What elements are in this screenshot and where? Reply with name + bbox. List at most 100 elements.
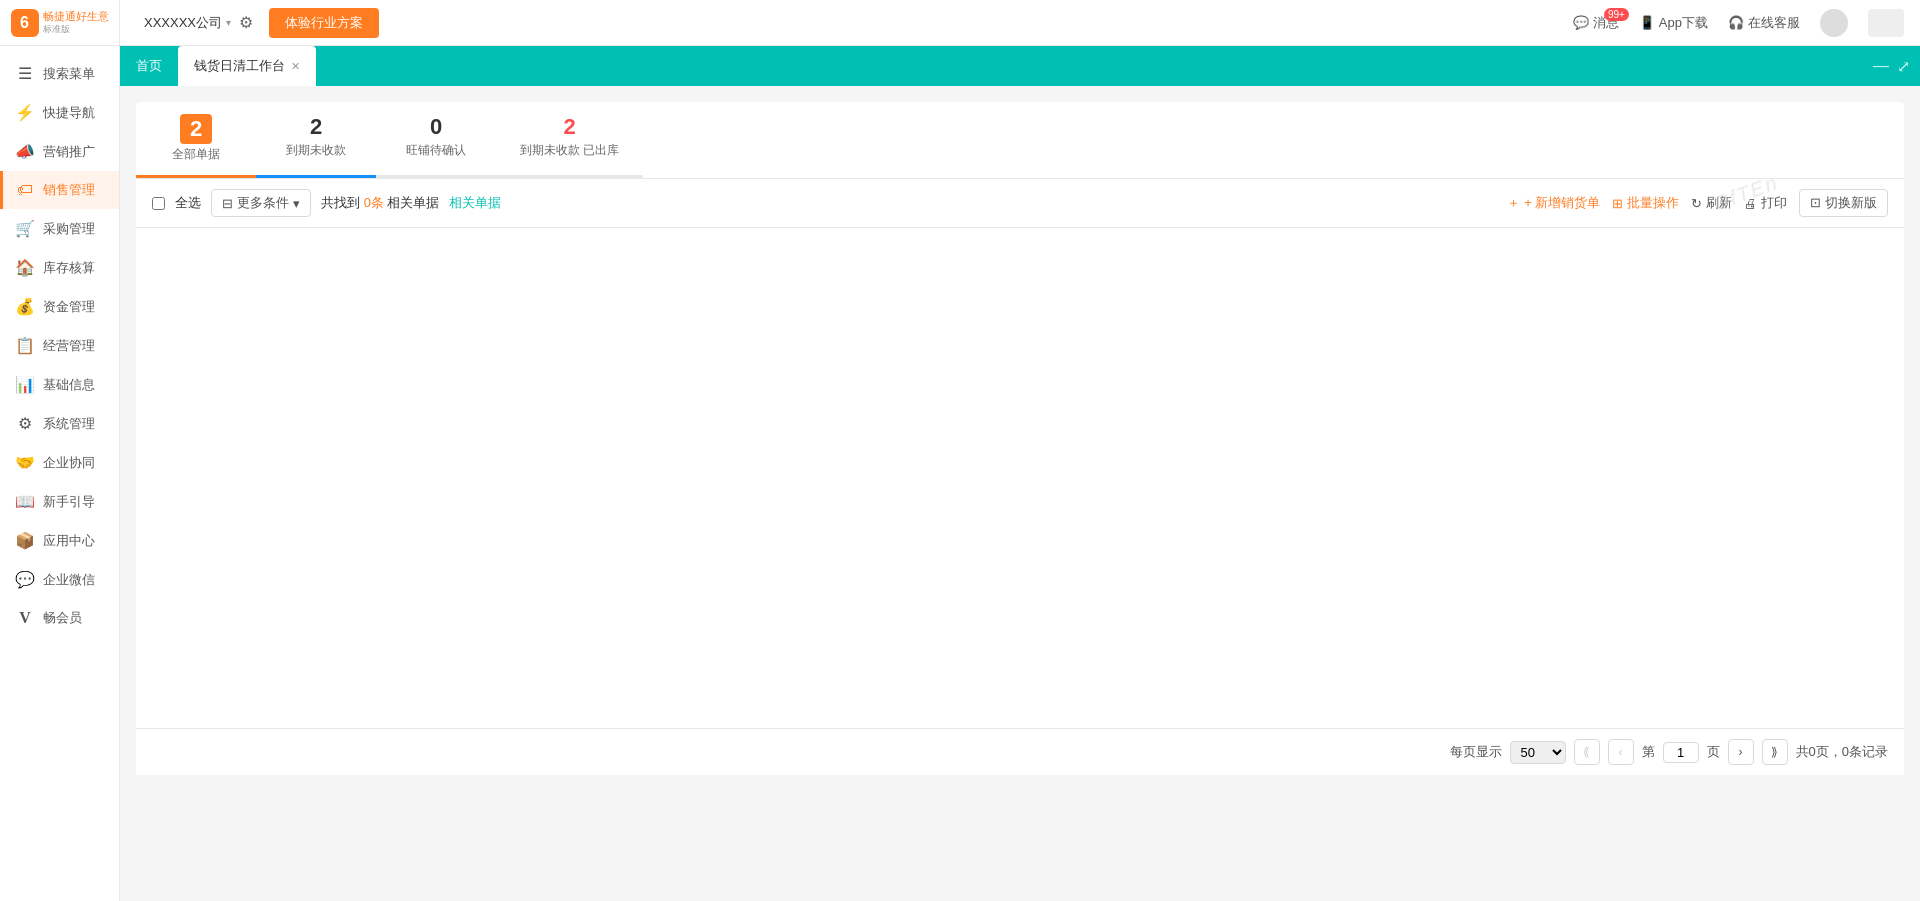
filter-button[interactable]: ⊟ 更多条件 ▾ bbox=[211, 189, 311, 217]
tab-home-label: 首页 bbox=[136, 57, 162, 75]
sidebar-item-label: 资金管理 bbox=[43, 298, 95, 316]
sidebar-item-system[interactable]: ⚙ 系统管理 bbox=[0, 404, 119, 443]
user-name-display bbox=[1868, 9, 1904, 37]
page-label2: 页 bbox=[1707, 743, 1720, 761]
stat-shipped-label: 到期未收款 已出库 bbox=[520, 142, 619, 159]
quick-nav-icon: ⚡ bbox=[15, 103, 35, 122]
switch-version-button[interactable]: ⊡ 切换新版 bbox=[1799, 189, 1888, 217]
sidebar-item-finance[interactable]: 💰 资金管理 bbox=[0, 287, 119, 326]
sidebar-item-inventory[interactable]: 🏠 库存核算 bbox=[0, 248, 119, 287]
tab-workbench[interactable]: 钱货日清工作台 ✕ bbox=[178, 46, 316, 86]
stat-tab-shipped[interactable]: 2 到期未收款 已出库 bbox=[496, 102, 643, 178]
app-center-icon: 📦 bbox=[15, 531, 35, 550]
sidebar-item-enterprise[interactable]: 🤝 企业协同 bbox=[0, 443, 119, 482]
add-order-button[interactable]: ＋ + 新增销货单 bbox=[1507, 194, 1600, 212]
basic-info-icon: 📊 bbox=[15, 375, 35, 394]
sidebar-item-label: 新手引导 bbox=[43, 493, 95, 511]
stat-wangpu-num: 0 bbox=[400, 114, 472, 140]
headset-icon: 🎧 bbox=[1728, 15, 1744, 30]
inventory-icon: 🏠 bbox=[15, 258, 35, 277]
print-button[interactable]: 🖨 打印 bbox=[1744, 194, 1787, 212]
online-service-item[interactable]: 🎧 在线客服 bbox=[1728, 14, 1800, 32]
batch-button[interactable]: ⊞ 批量操作 bbox=[1612, 194, 1679, 212]
stat-all-num: 2 bbox=[180, 114, 212, 144]
stat-tab-wangpu[interactable]: 0 旺铺待确认 bbox=[376, 102, 496, 178]
stats-tabs: 2 全部单据 2 到期未收款 0 旺铺待确认 2 到期未收款 已出库 bbox=[136, 102, 1904, 179]
trial-button[interactable]: 体验行业方案 bbox=[269, 8, 379, 38]
sidebar-item-label: 搜索菜单 bbox=[43, 65, 95, 83]
result-text: 共找到 0条 相关单据 bbox=[321, 194, 439, 212]
sidebar-item-purchase[interactable]: 🛒 采购管理 bbox=[0, 209, 119, 248]
marketing-icon: 📣 bbox=[15, 142, 35, 161]
message-item[interactable]: 💬 消息 99+ bbox=[1573, 14, 1619, 32]
tab-close-icon[interactable]: ✕ bbox=[291, 60, 300, 73]
settings-icon[interactable]: ⚙ bbox=[239, 13, 253, 32]
switch-icon: ⊡ bbox=[1810, 195, 1821, 210]
page-label: 第 bbox=[1642, 743, 1655, 761]
last-page-button[interactable]: ⟫ bbox=[1762, 739, 1788, 765]
tab-bar-actions: — ⤢ bbox=[1873, 57, 1920, 76]
stat-tab-overdue[interactable]: 2 到期未收款 bbox=[256, 102, 376, 178]
sidebar-item-label: 畅会员 bbox=[43, 609, 82, 627]
prev-page-button[interactable]: ‹ bbox=[1608, 739, 1634, 765]
sidebar-item-app-center[interactable]: 📦 应用中心 bbox=[0, 521, 119, 560]
sales-icon: 🏷 bbox=[15, 181, 35, 199]
stat-overdue-num: 2 bbox=[280, 114, 352, 140]
tab-minimize-icon[interactable]: — bbox=[1873, 57, 1889, 75]
company-selector[interactable]: XXXXXX公司 ▾ bbox=[144, 14, 231, 32]
stat-tab-all[interactable]: 2 全部单据 bbox=[136, 102, 256, 178]
enterprise-icon: 🤝 bbox=[15, 453, 35, 472]
sidebar-item-label: 企业协同 bbox=[43, 454, 95, 472]
chevron-down-icon: ▾ bbox=[226, 17, 231, 28]
toolbar-left: 全选 ⊟ 更多条件 ▾ 共找到 0条 相关单据 相关单据 bbox=[152, 189, 501, 217]
refresh-icon: ↻ bbox=[1691, 196, 1702, 211]
message-icon: 💬 bbox=[1573, 15, 1589, 30]
sidebar: 6 畅捷通好生意 标准版 ☰ 搜索菜单 ⚡ 快捷导航 📣 营销推广 🏷 销售管理… bbox=[0, 0, 120, 901]
sidebar-item-basic-info[interactable]: 📊 基础信息 bbox=[0, 365, 119, 404]
sidebar-item-operations[interactable]: 📋 经营管理 bbox=[0, 326, 119, 365]
sidebar-item-guide[interactable]: 📖 新手引导 bbox=[0, 482, 119, 521]
sidebar-item-label: 销售管理 bbox=[43, 181, 95, 199]
toolbar: 全选 ⊟ 更多条件 ▾ 共找到 0条 相关单据 相关单据 ＋ + 新增销货单 ⊞… bbox=[136, 179, 1904, 228]
related-orders-link[interactable]: 相关单据 bbox=[449, 194, 501, 212]
filter-icon: ⊟ bbox=[222, 196, 233, 211]
sidebar-item-wechat[interactable]: 💬 企业微信 bbox=[0, 560, 119, 599]
sidebar-logo: 6 畅捷通好生意 标准版 bbox=[0, 0, 119, 46]
sidebar-item-search[interactable]: ☰ 搜索菜单 bbox=[0, 54, 119, 93]
filter-chevron-icon: ▾ bbox=[293, 196, 300, 211]
sidebar-item-label: 库存核算 bbox=[43, 259, 95, 277]
next-page-button[interactable]: › bbox=[1728, 739, 1754, 765]
print-icon: 🖨 bbox=[1744, 196, 1757, 211]
guide-icon: 📖 bbox=[15, 492, 35, 511]
pagination-bar: 每页显示 50 100 200 ⟪ ‹ 第 页 › ⟫ 共0页，0条记录 bbox=[136, 728, 1904, 775]
page-size-select[interactable]: 50 100 200 bbox=[1510, 741, 1566, 764]
sidebar-item-member[interactable]: V 畅会员 bbox=[0, 599, 119, 637]
finance-icon: 💰 bbox=[15, 297, 35, 316]
operations-icon: 📋 bbox=[15, 336, 35, 355]
select-all-checkbox[interactable] bbox=[152, 197, 165, 210]
main-content: 2 全部单据 2 到期未收款 0 旺铺待确认 2 到期未收款 已出库 全选 bbox=[120, 86, 1920, 901]
app-download-icon: 📱 bbox=[1639, 15, 1655, 30]
stat-wangpu-label: 旺铺待确认 bbox=[400, 142, 472, 159]
refresh-button[interactable]: ↻ 刷新 bbox=[1691, 194, 1732, 212]
sidebar-item-quick-nav[interactable]: ⚡ 快捷导航 bbox=[0, 93, 119, 132]
logo-icon: 6 bbox=[11, 9, 39, 37]
search-menu-icon: ☰ bbox=[15, 64, 35, 83]
sidebar-item-marketing[interactable]: 📣 营销推广 bbox=[0, 132, 119, 171]
first-page-button[interactable]: ⟪ bbox=[1574, 739, 1600, 765]
tab-maximize-icon[interactable]: ⤢ bbox=[1897, 57, 1910, 76]
header-right: 💬 消息 99+ 📱 App下载 🎧 在线客服 bbox=[1573, 9, 1904, 37]
app-download-item[interactable]: 📱 App下载 bbox=[1639, 14, 1708, 32]
batch-icon: ⊞ bbox=[1612, 196, 1623, 211]
sidebar-item-sales[interactable]: 🏷 销售管理 bbox=[0, 171, 119, 209]
table-area bbox=[136, 228, 1904, 728]
select-all-label: 全选 bbox=[175, 194, 201, 212]
tab-home[interactable]: 首页 bbox=[120, 46, 178, 86]
sidebar-item-label: 系统管理 bbox=[43, 415, 95, 433]
tab-bar: 首页 钱货日清工作台 ✕ — ⤢ bbox=[120, 46, 1920, 86]
filter-label: 更多条件 bbox=[237, 194, 289, 212]
system-icon: ⚙ bbox=[15, 414, 35, 433]
sidebar-item-label: 采购管理 bbox=[43, 220, 95, 238]
current-page-input[interactable] bbox=[1663, 742, 1699, 763]
avatar[interactable] bbox=[1820, 9, 1848, 37]
